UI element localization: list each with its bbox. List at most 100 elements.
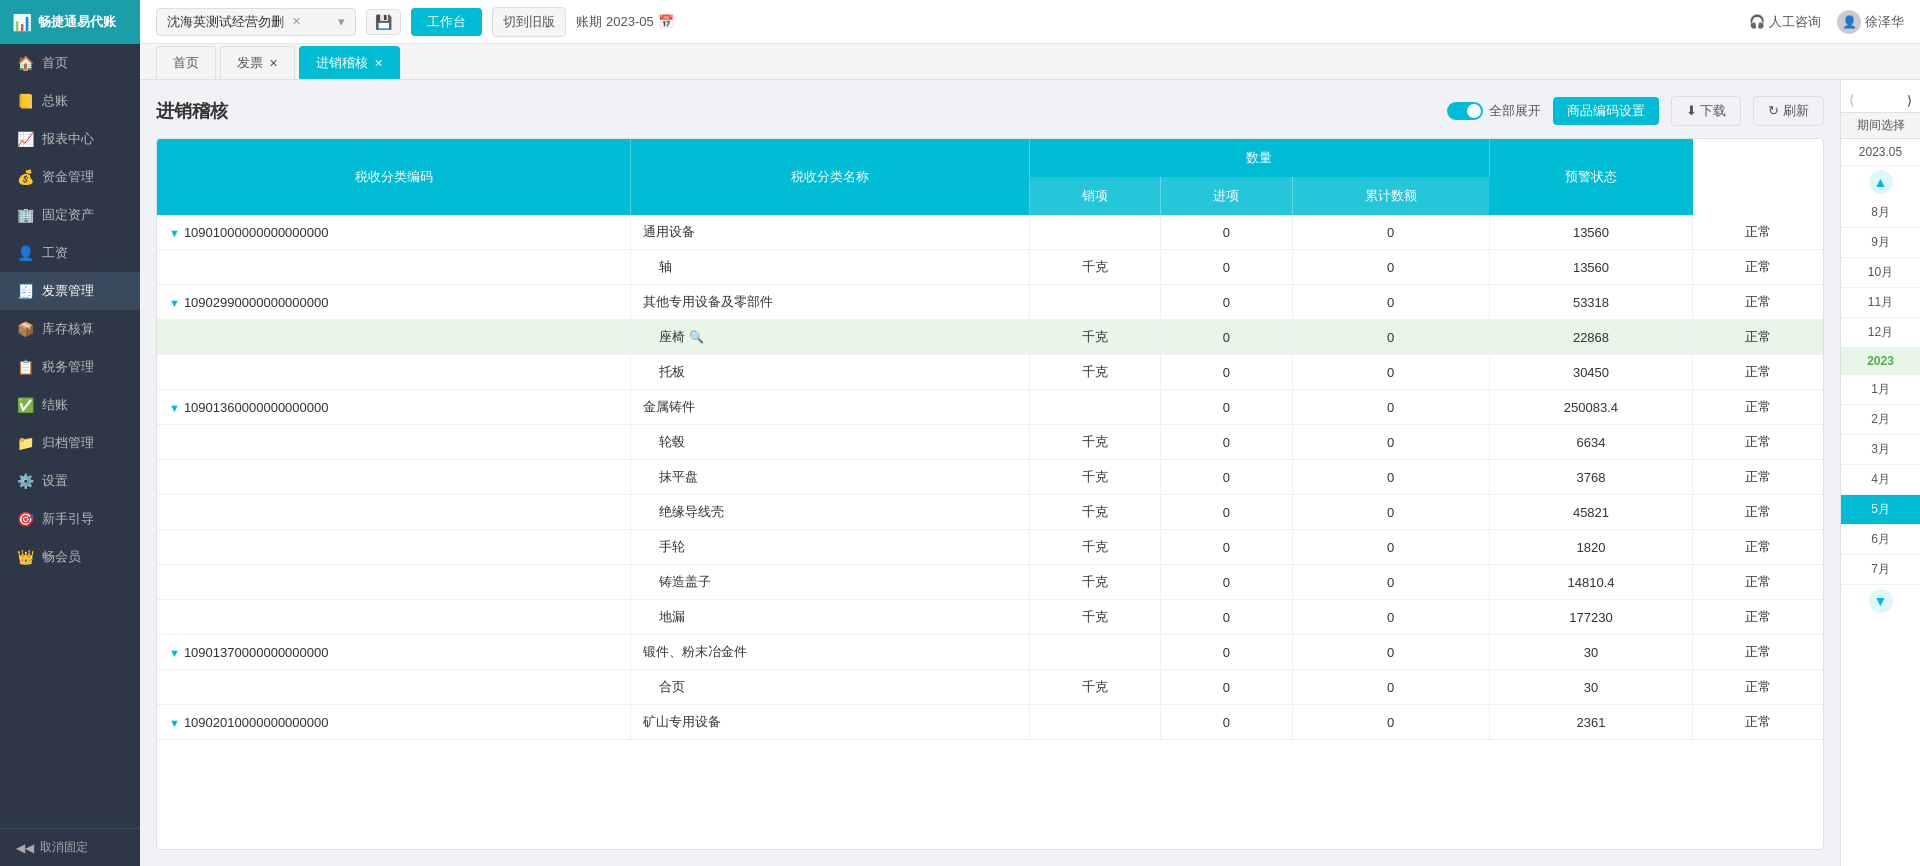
toggle-label: 全部展开 [1489, 102, 1541, 120]
sidebar-item-label: 税务管理 [42, 358, 94, 376]
archive-icon: 📁 [16, 435, 34, 451]
period-item-4[interactable]: 4月 [1841, 465, 1920, 495]
period-item-8[interactable]: 8月 [1841, 198, 1920, 228]
cell-total: 13560 [1489, 250, 1693, 285]
cell-code [157, 495, 631, 530]
page-header: 进销稽核 全部展开 商品编码设置 ⬇ 下载 ↻ 刷 [156, 96, 1824, 126]
cell-code: ▼10901000000000000000 [157, 215, 631, 250]
company-selector[interactable]: 沈海英测试经营勿删 ✕ ▾ [156, 8, 356, 36]
period-item-5[interactable]: 5月 [1841, 495, 1920, 525]
table-row: ▼10901370000000000000锻件、粉末冶金件0030正常 [157, 635, 1823, 670]
period-up-arrow[interactable]: ▲ [1869, 170, 1893, 194]
search-icon[interactable]: 🔍 [689, 330, 704, 344]
cell-total: 1820 [1489, 530, 1693, 565]
period-item-2[interactable]: 2月 [1841, 405, 1920, 435]
cell-status: 正常 [1693, 390, 1823, 425]
sidebar-item-invoice[interactable]: 🧾 发票管理 [0, 272, 140, 310]
cell-status: 正常 [1693, 705, 1823, 740]
sidebar-item-guide[interactable]: 🎯 新手引导 [0, 500, 140, 538]
collapse-icon[interactable]: ▼ [169, 227, 180, 239]
download-btn[interactable]: ⬇ 下载 [1671, 96, 1742, 126]
archive-btn[interactable]: 💾 [366, 9, 401, 35]
sidebar-item-fixed-assets[interactable]: 🏢 固定资产 [0, 196, 140, 234]
switch-version-btn[interactable]: 切到旧版 [492, 7, 566, 37]
cell-purchase: 0 [1292, 320, 1489, 355]
period-item-3[interactable]: 3月 [1841, 435, 1920, 465]
cell-sales: 0 [1161, 320, 1292, 355]
sidebar-item-label: 归档管理 [42, 434, 94, 452]
tab-home-label: 首页 [173, 54, 199, 72]
guide-icon: 🎯 [16, 511, 34, 527]
cell-sales: 0 [1161, 565, 1292, 600]
company-delete-icon[interactable]: ✕ [292, 15, 301, 28]
download-label: 下载 [1700, 103, 1726, 118]
sidebar-unpin-btn[interactable]: ◀◀ 取消固定 [0, 828, 140, 866]
period-down-arrow[interactable]: ▼ [1869, 589, 1893, 613]
period-item-1[interactable]: 1月 [1841, 375, 1920, 405]
sidebar-item-ledger[interactable]: 📒 总账 [0, 82, 140, 120]
sidebar-item-funds[interactable]: 💰 资金管理 [0, 158, 140, 196]
collapse-icon[interactable]: ▼ [169, 402, 180, 414]
period-value: 2023-05 [606, 14, 654, 29]
product-code-btn[interactable]: 商品编码设置 [1553, 97, 1659, 125]
cell-code [157, 565, 631, 600]
cell-sales: 0 [1161, 705, 1292, 740]
cell-name: 铸造盖子 [631, 565, 1030, 600]
table-row: 手轮千克001820正常 [157, 530, 1823, 565]
sidebar-item-reports[interactable]: 📈 报表中心 [0, 120, 140, 158]
expand-toggle[interactable]: 全部展开 [1447, 102, 1541, 120]
cell-sales: 0 [1161, 600, 1292, 635]
calendar-icon[interactable]: 📅 [658, 14, 674, 29]
th-total: 累计数额 [1292, 177, 1489, 215]
sidebar-item-tax[interactable]: 📋 税务管理 [0, 348, 140, 386]
user-menu[interactable]: 👤 徐泽华 [1837, 10, 1904, 34]
sidebar-item-label: 畅会员 [42, 548, 81, 566]
period-item-10[interactable]: 10月 [1841, 258, 1920, 288]
page-content: 进销稽核 全部展开 商品编码设置 ⬇ 下载 ↻ 刷 [140, 80, 1920, 866]
panel-expand-btn[interactable]: ⟨ [1849, 92, 1854, 108]
cell-total: 3768 [1489, 460, 1693, 495]
unpin-label: 取消固定 [40, 839, 88, 856]
period-item-9[interactable]: 9月 [1841, 228, 1920, 258]
cell-status: 正常 [1693, 530, 1823, 565]
cell-name: 座椅 🔍 [631, 320, 1030, 355]
cell-unit: 千克 [1030, 460, 1161, 495]
period-item-11[interactable]: 11月 [1841, 288, 1920, 318]
tab-home[interactable]: 首页 [156, 46, 216, 79]
workspace-btn[interactable]: 工作台 [411, 8, 482, 36]
cell-sales: 0 [1161, 495, 1292, 530]
sidebar-item-salary[interactable]: 👤 工资 [0, 234, 140, 272]
refresh-icon: ↻ [1768, 103, 1779, 118]
tab-reconcile-label: 进销稽核 [316, 54, 368, 72]
collapse-icon[interactable]: ▼ [169, 647, 180, 659]
tab-invoice-close-icon[interactable]: ✕ [269, 57, 278, 70]
logo-icon: 📊 [12, 13, 32, 32]
panel-top-buttons: ⟨ ⟩ [1841, 88, 1920, 113]
sidebar-item-home[interactable]: 🏠 首页 [0, 44, 140, 82]
sidebar-item-archive[interactable]: 📁 归档管理 [0, 424, 140, 462]
period-item-2023-05-top[interactable]: 2023.05 [1841, 139, 1920, 166]
collapse-icon[interactable]: ▼ [169, 717, 180, 729]
sidebar-item-vip[interactable]: 👑 畅会员 [0, 538, 140, 576]
support-btn[interactable]: 🎧 人工咨询 [1749, 13, 1821, 31]
refresh-btn[interactable]: ↻ 刷新 [1753, 96, 1824, 126]
tab-invoice[interactable]: 发票 ✕ [220, 46, 295, 79]
tab-invoice-label: 发票 [237, 54, 263, 72]
cell-name: 手轮 [631, 530, 1030, 565]
tab-reconcile[interactable]: 进销稽核 ✕ [299, 46, 400, 79]
switch-track[interactable] [1447, 102, 1483, 120]
cell-status: 正常 [1693, 670, 1823, 705]
switch-thumb [1467, 104, 1481, 118]
sidebar-item-label: 库存核算 [42, 320, 94, 338]
collapse-icon[interactable]: ▼ [169, 297, 180, 309]
sidebar-item-inventory[interactable]: 📦 库存核算 [0, 310, 140, 348]
period-item-7[interactable]: 7月 [1841, 555, 1920, 585]
period-item-6[interactable]: 6月 [1841, 525, 1920, 555]
tab-reconcile-close-icon[interactable]: ✕ [374, 57, 383, 70]
sidebar-item-settings[interactable]: ⚙️ 设置 [0, 462, 140, 500]
cell-total: 13560 [1489, 215, 1693, 250]
period-item-12[interactable]: 12月 [1841, 318, 1920, 348]
sidebar-item-settlement[interactable]: ✅ 结账 [0, 386, 140, 424]
panel-collapse-expand-icon[interactable]: ⟩ [1907, 93, 1912, 108]
ledger-icon: 📒 [16, 93, 34, 109]
